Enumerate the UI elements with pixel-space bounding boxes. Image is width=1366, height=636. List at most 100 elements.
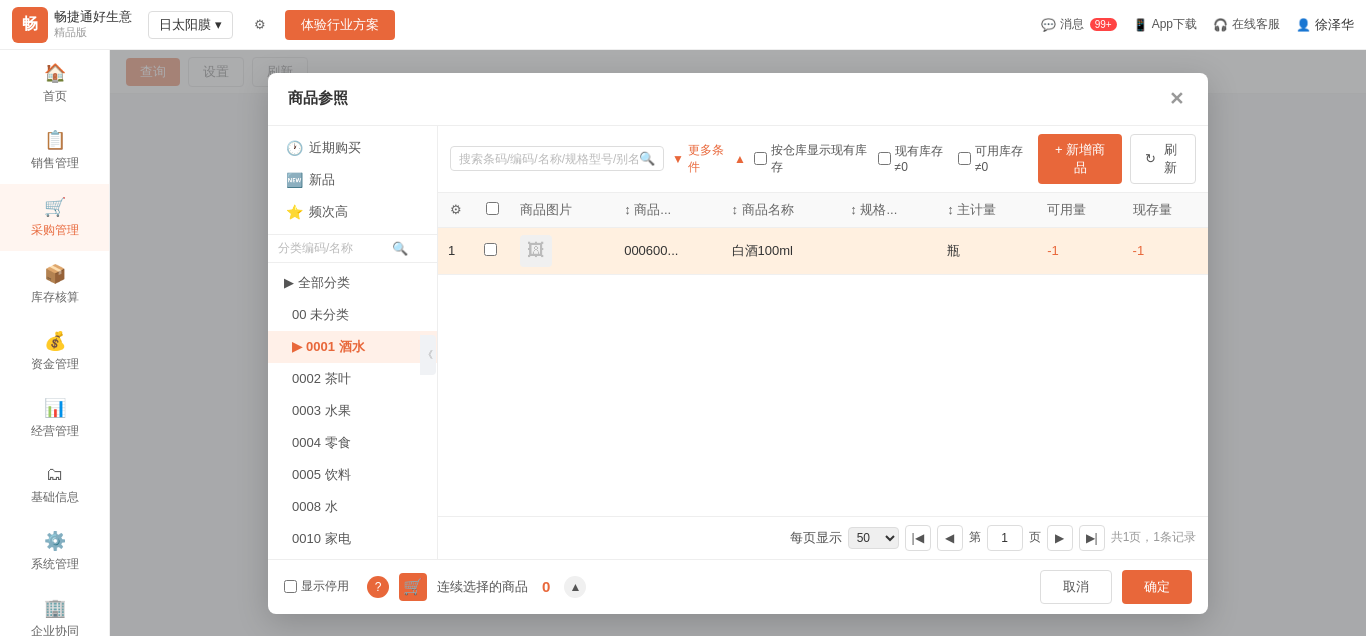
- category-all[interactable]: ▶ 全部分类: [268, 267, 437, 299]
- product-search-box: 🔍: [450, 146, 664, 171]
- current-stock-checkbox-label[interactable]: 现有库存≠0: [878, 143, 950, 174]
- sidebar-item-finance-label: 资金管理: [31, 356, 79, 373]
- basic-info-icon: 🗂: [46, 464, 64, 485]
- show-disabled-checkbox[interactable]: [284, 580, 297, 593]
- current-stock-checkbox[interactable]: [878, 152, 891, 165]
- frequent-icon: ⭐: [286, 204, 303, 220]
- column-settings-icon[interactable]: ⚙: [450, 202, 462, 217]
- more-conditions-btn[interactable]: ▼ 更多条件 ▲: [672, 142, 746, 176]
- warehouse-stock-checkbox-label[interactable]: 按仓库显示现有库存: [754, 142, 870, 176]
- row-checkbox-cell[interactable]: [474, 227, 510, 274]
- available-stock-checkbox-label[interactable]: 可用库存≠0: [958, 143, 1030, 174]
- th-product-name[interactable]: ↕ 商品名称: [722, 193, 841, 228]
- settings-icon-btn[interactable]: ⚙: [243, 8, 277, 42]
- refresh-icon: ↻: [1145, 151, 1156, 166]
- category-0002[interactable]: 0002 茶叶: [268, 363, 437, 395]
- category-0004[interactable]: 0004 零食: [268, 427, 437, 459]
- online-service-btn[interactable]: 🎧 在线客服: [1213, 16, 1280, 33]
- sidebar-item-system[interactable]: ⚙️ 系统管理: [0, 518, 109, 585]
- category-all-label: 全部分类: [298, 274, 350, 292]
- sidebar-item-finance[interactable]: 💰 资金管理: [0, 318, 109, 385]
- last-page-btn[interactable]: ▶|: [1079, 525, 1105, 551]
- product-search-input[interactable]: [459, 152, 639, 166]
- sidebar-item-purchase[interactable]: 🛒 采购管理: [0, 184, 109, 251]
- prev-page-btn[interactable]: ◀: [937, 525, 963, 551]
- row-stock: -1: [1123, 227, 1208, 274]
- trial-button[interactable]: 体验行业方案: [285, 10, 395, 40]
- sidebar-item-sales[interactable]: 📋 销售管理: [0, 117, 109, 184]
- new-product-item[interactable]: 🆕 新品: [278, 166, 427, 194]
- sidebar-item-operations[interactable]: 📊 经营管理: [0, 385, 109, 452]
- category-0008-label: 0008 水: [292, 498, 338, 516]
- add-product-button[interactable]: + 新增商品: [1038, 134, 1122, 184]
- th-unit[interactable]: ↕ 主计量: [937, 193, 1037, 228]
- table-row[interactable]: 1 🖼: [438, 227, 1208, 274]
- modal-title: 商品参照: [288, 89, 348, 108]
- messages-btn[interactable]: 💬 消息 99+: [1041, 16, 1117, 33]
- headset-icon: 🎧: [1213, 18, 1228, 32]
- help-icon-btn[interactable]: ?: [367, 576, 389, 598]
- store-selector[interactable]: 日太阳膜 ▾: [148, 11, 233, 39]
- sort-icon-unit: ↕: [947, 202, 954, 217]
- sidebar-item-home[interactable]: 🏠 首页: [0, 50, 109, 117]
- row-number: 1: [448, 243, 455, 258]
- category-0003[interactable]: 0003 水果: [268, 395, 437, 427]
- first-page-btn[interactable]: |◀: [905, 525, 931, 551]
- sort-icon: ↕: [624, 202, 631, 217]
- th-settings[interactable]: ⚙: [438, 193, 474, 228]
- topbar: 畅 畅捷通好生意 精品版 日太阳膜 ▾ ⚙ 体验行业方案 💬 消息 99+ 📱 …: [0, 0, 1366, 50]
- category-0008[interactable]: 0008 水: [268, 491, 437, 523]
- confirm-button[interactable]: 确定: [1122, 570, 1192, 604]
- recent-purchase-item[interactable]: 🕐 近期购买: [278, 134, 427, 162]
- frequent-item[interactable]: ⭐ 频次高: [278, 198, 427, 226]
- refresh-button[interactable]: ↻ 刷新: [1130, 134, 1196, 184]
- show-disabled-label[interactable]: 显示停用: [284, 578, 349, 595]
- available-stock-checkbox[interactable]: [958, 152, 971, 165]
- row-spec: [840, 227, 937, 274]
- select-all-checkbox[interactable]: [486, 202, 499, 215]
- category-0003-label: 0003 水果: [292, 402, 351, 420]
- category-0005[interactable]: 0005 饮料: [268, 459, 437, 491]
- per-page-select[interactable]: 50 10 20 100: [848, 527, 899, 549]
- th-checkbox[interactable]: [474, 193, 510, 228]
- product-thumbnail: 🖼: [520, 235, 552, 267]
- category-0001[interactable]: ▶ 0001 酒水: [268, 331, 437, 363]
- user-name: 徐泽华: [1315, 16, 1354, 34]
- filter-icon: ▼: [672, 152, 684, 166]
- cancel-button[interactable]: 取消: [1040, 570, 1112, 604]
- sidebar-item-corp[interactable]: 🏢 企业协同: [0, 585, 109, 636]
- category-0010[interactable]: 0010 家电: [268, 523, 437, 555]
- category-search-icon[interactable]: 🔍: [392, 241, 408, 256]
- sidebar-item-basic-info[interactable]: 🗂 基础信息: [0, 452, 109, 518]
- user-avatar[interactable]: 👤 徐泽华: [1296, 16, 1354, 34]
- selected-label: 连续选择的商品: [437, 578, 528, 596]
- th-spec[interactable]: ↕ 规格...: [840, 193, 937, 228]
- product-search-icon[interactable]: 🔍: [639, 151, 655, 166]
- expand-btn[interactable]: ▲: [564, 576, 586, 598]
- finance-icon: 💰: [44, 330, 66, 352]
- category-0010-label: 0010 家电: [292, 530, 351, 548]
- image-icon: 🖼: [527, 240, 545, 261]
- recent-icon: 🕐: [286, 140, 303, 156]
- category-search-input[interactable]: [278, 241, 388, 255]
- category-00[interactable]: 00 未分类: [268, 299, 437, 331]
- left-panel-collapse-btn[interactable]: 《: [420, 335, 436, 375]
- next-page-btn[interactable]: ▶: [1047, 525, 1073, 551]
- modal-close-button[interactable]: ✕: [1164, 87, 1188, 111]
- total-info: 共1页，1条记录: [1111, 529, 1196, 546]
- right-panel: 🔍 ▼ 更多条件 ▲ 按仓库显示现有库存: [438, 126, 1208, 559]
- filter-bar: 🔍 ▼ 更多条件 ▲ 按仓库显示现有库存: [438, 126, 1208, 193]
- th-product-code[interactable]: ↕ 商品...: [614, 193, 721, 228]
- warehouse-stock-checkbox[interactable]: [754, 152, 767, 165]
- app-download-btn[interactable]: 📱 App下载: [1133, 16, 1197, 33]
- cart-icon-btn[interactable]: 🛒: [399, 573, 427, 601]
- page-label: 第: [969, 529, 981, 546]
- th-product-img: 商品图片: [510, 193, 614, 228]
- operations-icon: 📊: [44, 397, 66, 419]
- row-checkbox[interactable]: [484, 243, 497, 256]
- page-number-input[interactable]: [987, 525, 1023, 551]
- new-icon: 🆕: [286, 172, 303, 188]
- messages-badge: 99+: [1090, 18, 1117, 31]
- sidebar: 🏠 首页 📋 销售管理 🛒 采购管理 📦 库存核算 💰 资金管理 📊 经营管理 …: [0, 50, 110, 636]
- sidebar-item-inventory[interactable]: 📦 库存核算: [0, 251, 109, 318]
